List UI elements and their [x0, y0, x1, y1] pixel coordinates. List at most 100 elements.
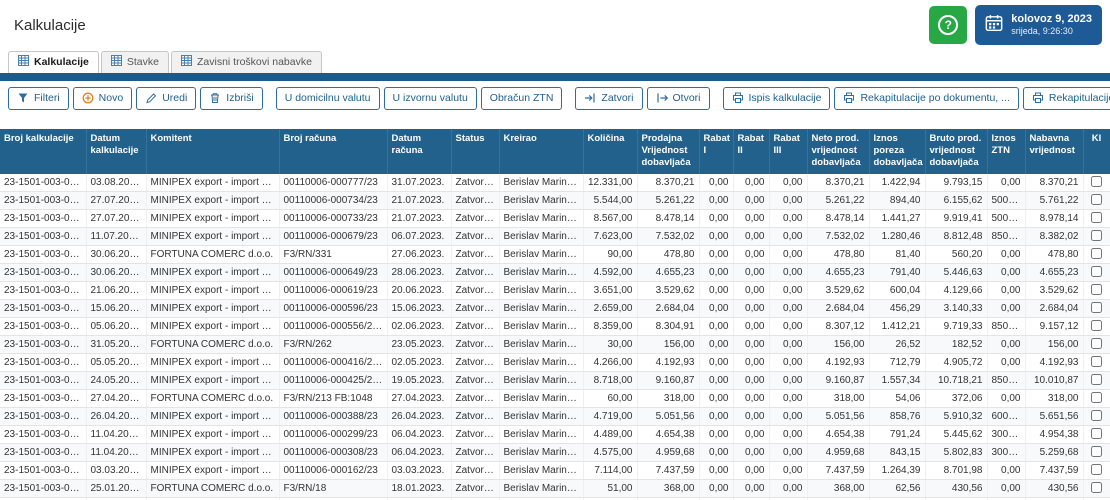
novo-button[interactable]: Novo [72, 87, 133, 110]
table-cell: 8.382,02 [1025, 227, 1084, 246]
column-header[interactable]: Iznos poreza dobavljača [869, 128, 926, 174]
row-checkbox[interactable] [1091, 446, 1102, 458]
table-cell: 0,00 [699, 281, 734, 300]
column-header[interactable]: Komitent [146, 128, 280, 174]
table-row[interactable]: 23-1501-003-0014 30.06.2023. FORTUNA COMER… [0, 245, 1110, 264]
row-checkbox[interactable] [1091, 194, 1102, 206]
table-row[interactable]: 23-1501-003-0012 21.06.2023. MINIPEX expor… [0, 281, 1110, 300]
table-cell: 0,00 [699, 335, 734, 354]
column-header[interactable]: Rabat II [733, 128, 770, 174]
table-cell: 478,80 [807, 245, 870, 264]
column-header[interactable]: Nabavna vrijednost [1025, 128, 1084, 174]
column-header[interactable]: Bruto prod. vrijednost dobavljača [925, 128, 988, 174]
row-checkbox[interactable] [1091, 392, 1102, 404]
row-checkbox[interactable] [1091, 176, 1102, 188]
row-checkbox[interactable] [1091, 374, 1102, 386]
table-cell: 5.651,56 [1025, 407, 1084, 426]
table-row[interactable]: 23-1501-003-0013 30.06.2023. MINIPEX expor… [0, 263, 1110, 282]
row-checkbox[interactable] [1091, 464, 1102, 476]
table-cell: 5.802,83 [925, 443, 988, 462]
table-row[interactable]: 23-1501-003-0002 03.03.2023. MINIPEX expor… [0, 461, 1110, 480]
row-checkbox[interactable] [1091, 428, 1102, 440]
table-row[interactable]: 23-1501-003-0007 24.05.2023. MINIPEX expor… [0, 371, 1110, 390]
table-cell: 8.812,48 [925, 227, 988, 246]
table-row[interactable]: 23-1501-003-0008 05.05.2023. MINIPEX expor… [0, 353, 1110, 372]
row-checkbox[interactable] [1091, 410, 1102, 422]
obracun-ztn-button[interactable]: Obračun ZTN [480, 87, 563, 110]
row-checkbox[interactable] [1091, 248, 1102, 260]
rekapitulacije-po-artiklu-button[interactable]: Rekapitulacije po artiklu [1022, 87, 1110, 110]
table-cell: 0,00 [733, 191, 770, 210]
table-cell: 23-1501-003-0012 [0, 281, 87, 300]
tab-kalkulacije[interactable]: Kalkulacije [8, 51, 99, 73]
table-cell: Berislav Marinčić [499, 227, 584, 246]
table-cell: 26,52 [869, 335, 926, 354]
button-label: Izbriši [226, 92, 254, 104]
izbrisi-button[interactable]: Izbriši [200, 87, 263, 110]
u-izvornu-valutu-button[interactable]: U izvornu valutu [383, 87, 477, 110]
table-row[interactable]: 23-1501-003-0017 27.07.2023. MINIPEX expor… [0, 191, 1110, 210]
date-widget[interactable]: kolovoz 9, 2023 srijeda, 9:26:30 [975, 5, 1102, 45]
column-header[interactable]: Iznos ZTN [987, 128, 1026, 174]
column-header[interactable]: Kl [1083, 128, 1110, 174]
table-cell: 05.05.2023. [86, 353, 147, 372]
table-cell: 30.06.2023. [86, 245, 147, 264]
table-row[interactable]: 23-1501-003-0003 11.04.2023. MINIPEX expor… [0, 443, 1110, 462]
row-checkbox-cell [1083, 299, 1110, 318]
table-cell: 0,00 [769, 317, 808, 336]
table-row[interactable]: 23-1501-003-0004 11.04.2023. MINIPEX expor… [0, 425, 1110, 444]
row-checkbox[interactable] [1091, 356, 1102, 368]
table-cell: 27.07.2023. [86, 191, 147, 210]
table-row[interactable]: 23-1501-003-0010 05.06.2023. MINIPEX expor… [0, 317, 1110, 336]
column-header[interactable]: Neto prod. vrijednost dobavljača [807, 128, 870, 174]
table-row[interactable]: 23-1501-003-0006 27.04.2023. FORTUNA COMER… [0, 389, 1110, 408]
row-checkbox[interactable] [1091, 338, 1102, 350]
row-checkbox[interactable] [1091, 320, 1102, 332]
table-cell: MINIPEX export - import d.o.o. [146, 443, 280, 462]
tab-zavisni-troskovi-nabavke[interactable]: Zavisni troškovi nabavke [170, 51, 322, 73]
ispis-kalkulacije-button[interactable]: Ispis kalkulacije [722, 87, 831, 110]
table-cell: 368,00 [637, 479, 700, 498]
table-row[interactable]: 23-1501-003-0015 11.07.2023. MINIPEX expor… [0, 227, 1110, 246]
column-header[interactable]: Prodajna Vrijednost dobavljača [637, 128, 700, 174]
otvori-button[interactable]: Otvori [646, 87, 710, 110]
table-row[interactable]: 23-1501-003-0011 15.06.2023. MINIPEX expor… [0, 299, 1110, 318]
column-header[interactable]: Status [451, 128, 500, 174]
filteri-button[interactable]: Filteri [8, 87, 69, 110]
table-row[interactable]: 23-1501-003-0001 25.01.2023. FORTUNA COMER… [0, 479, 1110, 498]
column-header[interactable]: Datum kalkulacije [86, 128, 147, 174]
row-checkbox[interactable] [1091, 302, 1102, 314]
table-cell: 368,00 [807, 479, 870, 498]
column-header[interactable]: Datum računa [387, 128, 452, 174]
column-header[interactable]: Rabat III [769, 128, 808, 174]
tab-stavke[interactable]: Stavke [100, 51, 169, 73]
column-header[interactable]: Kreirao [499, 128, 584, 174]
rekapitulacije-po-dokumentu-button[interactable]: Rekapitulacije po dokumentu, ... [834, 87, 1019, 110]
uredi-button[interactable]: Uredi [136, 87, 197, 110]
table-row[interactable]: 23-1501-003-0009 31.05.2023. FORTUNA COMER… [0, 335, 1110, 354]
row-checkbox-cell [1083, 479, 1110, 498]
table-row[interactable]: 23-1501-003-0018 03.08.2023. MINIPEX expor… [0, 173, 1110, 192]
button-label: Rekapitulacije po dokumentu, ... [860, 92, 1010, 104]
column-header[interactable]: Broj kalkulacije [0, 128, 87, 174]
table-cell: 791,24 [869, 425, 926, 444]
question-icon: ? [938, 15, 959, 35]
row-checkbox[interactable] [1091, 482, 1102, 494]
table-row[interactable]: 23-1501-003-0005 26.04.2023. MINIPEX expor… [0, 407, 1110, 426]
column-header[interactable]: Broj računa [279, 128, 388, 174]
table-cell: MINIPEX export - import d.o.o. [146, 299, 280, 318]
row-checkbox[interactable] [1091, 266, 1102, 278]
zatvori-button[interactable]: Zatvori [575, 87, 643, 110]
table-cell: 0,00 [733, 227, 770, 246]
table-row[interactable]: 23-1501-003-0016 27.07.2023. MINIPEX expor… [0, 209, 1110, 228]
u-domicilnu-valutu-button[interactable]: U domicilnu valutu [275, 87, 380, 110]
table-cell: 7.437,59 [1025, 461, 1084, 480]
help-button[interactable]: ? [929, 6, 968, 44]
column-header[interactable]: Rabat I [699, 128, 734, 174]
row-checkbox[interactable] [1091, 230, 1102, 242]
table-cell: 0,00 [733, 263, 770, 282]
row-checkbox[interactable] [1091, 212, 1102, 224]
column-header[interactable]: Količina [583, 128, 638, 174]
row-checkbox[interactable] [1091, 284, 1102, 296]
table-cell: 23-1501-003-0018 [0, 173, 87, 192]
